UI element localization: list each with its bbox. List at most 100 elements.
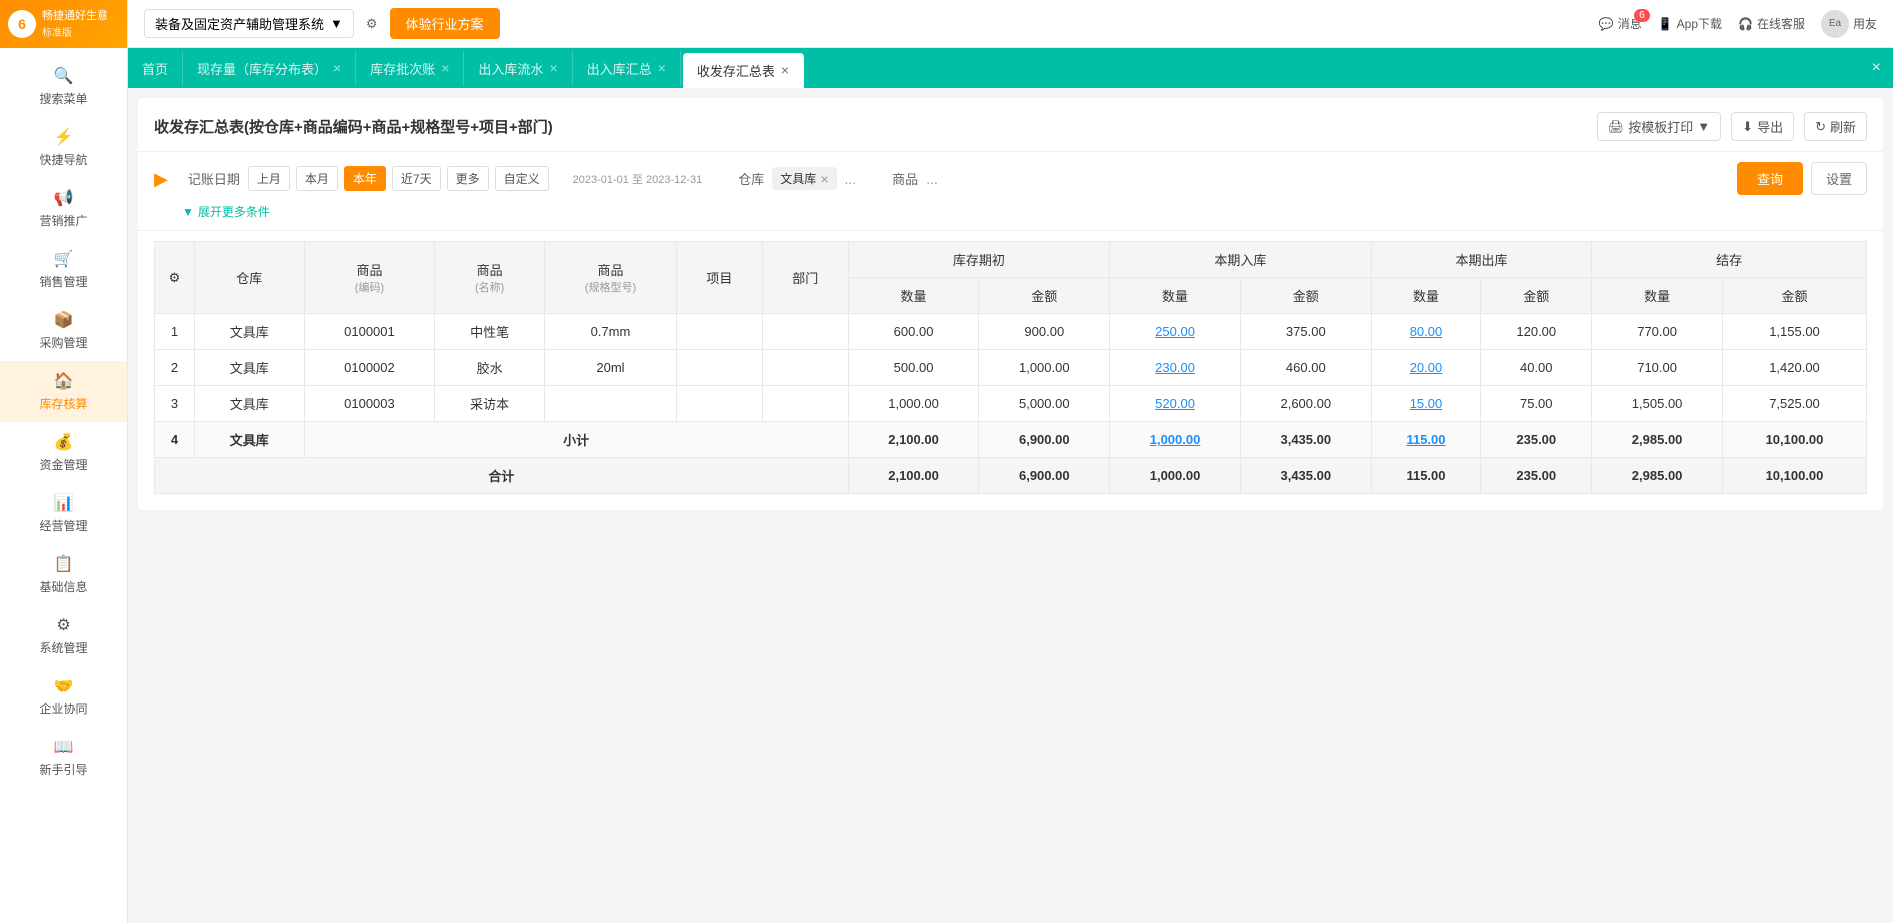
refresh-icon: ↻	[1815, 119, 1826, 135]
tab-close-recv-send[interactable]: ×	[781, 62, 789, 78]
topbar-actions: 💬 消息 6 📱 App下载 🎧 在线客服 Ea 用友	[1599, 10, 1877, 38]
date-range: 2023-01-01 至 2023-12-31	[573, 171, 703, 187]
sidebar-item-finance[interactable]: 💰 资金管理	[0, 422, 127, 483]
date-btn-this-year[interactable]: 本年	[344, 166, 386, 191]
date-btn-7days[interactable]: 近7天	[392, 166, 441, 191]
table-settings-icon[interactable]: ⚙	[169, 270, 181, 285]
system-selector[interactable]: 装备及固定资产辅助管理系统 ▼	[144, 9, 354, 38]
guide-icon: 📖	[54, 737, 74, 757]
message-icon: 💬	[1599, 17, 1614, 31]
row-product-name: 胶水	[435, 350, 545, 386]
subtotal-balance-amt: 10,100.00	[1722, 422, 1866, 458]
tab-batch[interactable]: 库存批次账 ×	[356, 51, 464, 86]
query-actions: 查询 设置	[1737, 162, 1867, 195]
out-qty-link[interactable]: 15.00	[1410, 396, 1443, 411]
sidebar-item-quick[interactable]: ⚡ 快捷导航	[0, 117, 127, 178]
tabs-close-all[interactable]: ×	[1860, 51, 1893, 85]
refresh-btn[interactable]: ↻ 刷新	[1804, 112, 1867, 141]
out-qty-link[interactable]: 20.00	[1410, 360, 1443, 375]
tab-recv-send[interactable]: 收发存汇总表 ×	[683, 53, 804, 88]
row-department	[762, 314, 848, 350]
total-opening-amt: 6,900.00	[979, 458, 1110, 494]
tab-summary[interactable]: 出入库汇总 ×	[573, 51, 681, 86]
row-out-qty: 80.00	[1371, 314, 1481, 350]
row-opening-qty: 600.00	[848, 314, 979, 350]
sidebar-item-collab[interactable]: 🤝 企业协同	[0, 666, 127, 727]
tab-flow[interactable]: 出入库流水 ×	[464, 51, 572, 86]
in-qty-link[interactable]: 230.00	[1155, 360, 1195, 375]
sidebar-item-inventory[interactable]: 🏠 库存核算	[0, 361, 127, 422]
avatar: Ea	[1821, 10, 1849, 38]
date-btn-last-month[interactable]: 上月	[248, 166, 290, 191]
out-header: 本期出库	[1371, 242, 1592, 278]
message-btn[interactable]: 💬 消息 6	[1599, 15, 1642, 32]
date-btn-more[interactable]: 更多	[447, 166, 489, 191]
sidebar-item-marketing[interactable]: 📢 营销推广	[0, 178, 127, 239]
in-amt-header: 金额	[1240, 278, 1371, 314]
print-btn[interactable]: 🖨 按模板打印 ▼	[1597, 112, 1721, 141]
sidebar-item-search[interactable]: 🔍 搜索菜单	[0, 56, 127, 117]
out-qty-link[interactable]: 80.00	[1410, 324, 1443, 339]
sidebar-item-guide[interactable]: 📖 新手引导	[0, 727, 127, 788]
export-btn[interactable]: ⬇ 导出	[1731, 112, 1794, 141]
row-no: 3	[155, 386, 195, 422]
sidebar-item-basic[interactable]: 📋 基础信息	[0, 544, 127, 605]
collab-icon: 🤝	[54, 676, 74, 696]
tab-close-stock-dist[interactable]: ×	[333, 60, 341, 76]
in-qty-link[interactable]: 250.00	[1155, 324, 1195, 339]
table-container: ⚙ 仓库 商品(编码) 商品(名称) 商品(规格型号) 项目 部门 库存期初 本…	[138, 231, 1883, 510]
date-btn-this-month[interactable]: 本月	[296, 166, 338, 191]
subtotal-in-qty-link[interactable]: 1,000.00	[1150, 432, 1201, 447]
collapse-arrow[interactable]: ▶	[154, 169, 168, 190]
row-in-qty: 230.00	[1110, 350, 1241, 386]
row-opening-qty: 1,000.00	[848, 386, 979, 422]
sidebar-item-sales[interactable]: 🛒 销售管理	[0, 239, 127, 300]
page-title: 收发存汇总表(按仓库+商品编码+商品+规格型号+项目+部门)	[154, 116, 553, 137]
row-in-qty: 520.00	[1110, 386, 1241, 422]
app-download-btn[interactable]: 📱 App下载	[1658, 15, 1722, 32]
user-btn[interactable]: Ea 用友	[1821, 10, 1877, 38]
tab-close-summary[interactable]: ×	[658, 60, 666, 76]
sidebar-nav: 🔍 搜索菜单 ⚡ 快捷导航 📢 营销推广 🛒 销售管理 📦 采购管理 🏠 库存核…	[0, 48, 127, 923]
gear-btn[interactable]: ⚙	[366, 16, 378, 32]
sidebar-item-operations[interactable]: 📊 经营管理	[0, 483, 127, 544]
warehouse-tag: 文具库 ×	[772, 167, 836, 190]
row-in-amt: 375.00	[1240, 314, 1371, 350]
subtotal-out-amt: 235.00	[1481, 422, 1592, 458]
in-qty-link[interactable]: 520.00	[1155, 396, 1195, 411]
row-balance-amt: 7,525.00	[1722, 386, 1866, 422]
product-more[interactable]: ...	[926, 171, 938, 187]
row-opening-amt: 5,000.00	[979, 386, 1110, 422]
trial-btn[interactable]: 体验行业方案	[390, 8, 500, 39]
main-content: 装备及固定资产辅助管理系统 ▼ ⚙ 体验行业方案 💬 消息 6 📱 App下载 …	[128, 0, 1893, 923]
marketing-icon: 📢	[54, 188, 74, 208]
project-col-header: 项目	[676, 242, 762, 314]
tab-close-batch[interactable]: ×	[441, 60, 449, 76]
online-service-btn[interactable]: 🎧 在线客服	[1738, 15, 1805, 32]
row-department	[762, 350, 848, 386]
warehouse-tag-close[interactable]: ×	[820, 171, 828, 187]
tab-close-flow[interactable]: ×	[549, 60, 557, 76]
row-opening-qty: 500.00	[848, 350, 979, 386]
row-project	[676, 314, 762, 350]
opening-qty-header: 数量	[848, 278, 979, 314]
page-inner: 收发存汇总表(按仓库+商品编码+商品+规格型号+项目+部门) 🖨 按模板打印 ▼…	[138, 98, 1883, 510]
date-btn-custom[interactable]: 自定义	[495, 166, 549, 191]
subtotal-no: 4	[155, 422, 195, 458]
sidebar-item-system[interactable]: ⚙ 系统管理	[0, 605, 127, 666]
tab-stock-dist[interactable]: 现存量（库存分布表） ×	[183, 51, 356, 86]
row-opening-amt: 900.00	[979, 314, 1110, 350]
row-product-name: 采访本	[435, 386, 545, 422]
expand-btn[interactable]: ▼ 展开更多条件	[182, 203, 1867, 220]
subtotal-out-qty-link[interactable]: 115.00	[1406, 432, 1445, 447]
total-out-amt: 235.00	[1481, 458, 1592, 494]
settings-filter-btn[interactable]: 设置	[1811, 162, 1867, 195]
quick-icon: ⚡	[54, 127, 74, 147]
subtotal-in-amt: 3,435.00	[1240, 422, 1371, 458]
sidebar-item-purchase[interactable]: 📦 采购管理	[0, 300, 127, 361]
query-btn[interactable]: 查询	[1737, 162, 1803, 195]
warehouse-more[interactable]: ...	[845, 171, 857, 187]
row-out-amt: 40.00	[1481, 350, 1592, 386]
tab-home[interactable]: 首页	[128, 51, 183, 86]
subtotal-out-qty: 115.00	[1371, 422, 1481, 458]
